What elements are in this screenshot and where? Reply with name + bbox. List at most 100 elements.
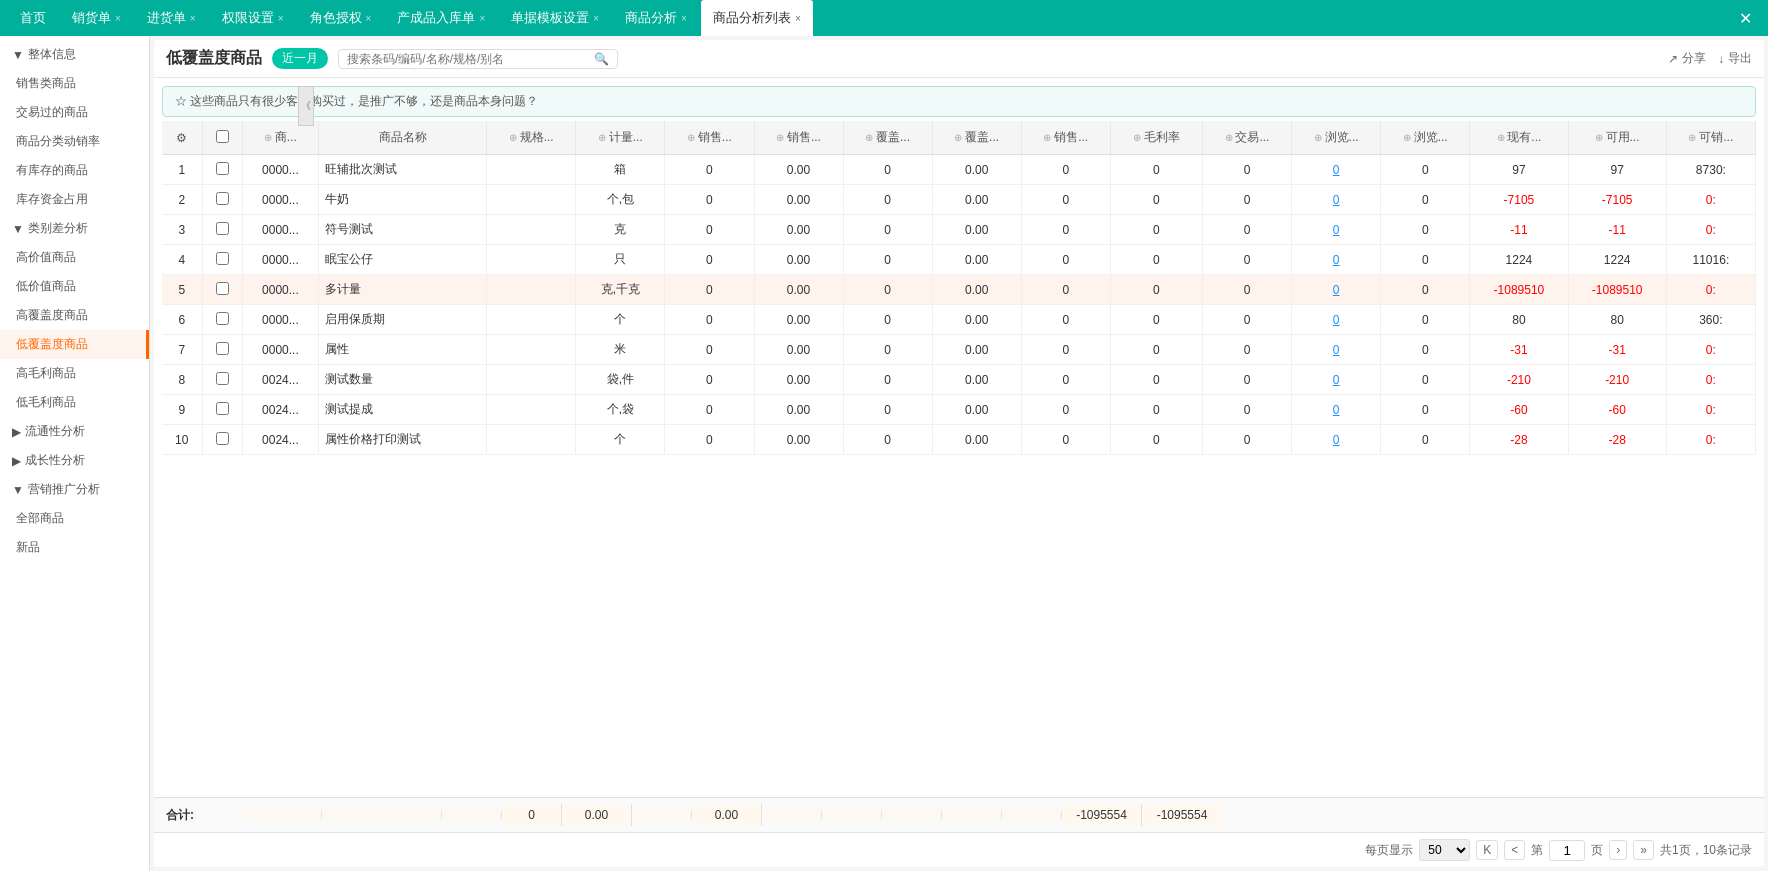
table-cell — [487, 365, 576, 395]
table-row: 80024...测试数量袋,件00.0000.0000000-210-2100: — [162, 365, 1756, 395]
sidebar-item-traded-goods[interactable]: 交易过的商品 — [0, 98, 149, 127]
stock1-column-header[interactable]: 现有... — [1470, 121, 1568, 155]
sidebar-section-flow[interactable]: ▶ 流通性分析 — [0, 417, 149, 446]
nav-tab-analysis[interactable]: 商品分析 × — [613, 0, 699, 36]
page-first-button[interactable]: K — [1476, 840, 1498, 860]
browse2-column-header[interactable]: 浏览... — [1381, 121, 1470, 155]
page-next-button[interactable]: › — [1609, 840, 1627, 860]
close-all-button[interactable]: ✕ — [1731, 9, 1760, 28]
sidebar-section-growth[interactable]: ▶ 成长性分析 — [0, 446, 149, 475]
sidebar-item-in-stock[interactable]: 有库存的商品 — [0, 156, 149, 185]
search-icon[interactable]: 🔍 — [594, 52, 609, 66]
code-column-header[interactable]: 商... — [242, 121, 319, 155]
table-cell: 360: — [1666, 305, 1755, 335]
sales3-column-header[interactable]: 销售... — [1021, 121, 1110, 155]
nav-tab-product-storage[interactable]: 产成品入库单 × — [385, 0, 497, 36]
table-cell: 10 — [162, 425, 202, 455]
export-button[interactable]: ↓ 导出 — [1718, 50, 1752, 67]
nav-tab-role[interactable]: 角色授权 × — [298, 0, 384, 36]
sidebar-collapse-button[interactable]: 《 — [298, 86, 314, 126]
sidebar-item-low-coverage[interactable]: 低覆盖度商品 — [0, 330, 149, 359]
table-cell: -11 — [1568, 215, 1666, 245]
table-cell: 0 — [1110, 275, 1202, 305]
table-cell: -210 — [1470, 365, 1568, 395]
sidebar-item-stock-capital[interactable]: 库存资金占用 — [0, 185, 149, 214]
table-cell — [487, 185, 576, 215]
table-cell: 克,千克 — [576, 275, 665, 305]
sidebar-item-high-margin[interactable]: 高毛利商品 — [0, 359, 149, 388]
nav-tab-analysis-list[interactable]: 商品分析列表 × — [701, 0, 813, 36]
close-icon[interactable]: × — [190, 13, 196, 24]
sidebar-section-category[interactable]: ▼ 类别差分析 — [0, 214, 149, 243]
sidebar-item-high-value[interactable]: 高价值商品 — [0, 243, 149, 272]
nav-tab-sales[interactable]: 销货单 × — [60, 0, 133, 36]
gross-rate-column-header[interactable]: 毛利率 — [1110, 121, 1202, 155]
close-icon[interactable]: × — [479, 13, 485, 24]
table-wrapper[interactable]: ⚙ 商... 商品名称 规格... 计量... 销售... 销售... 覆盖..… — [154, 121, 1764, 797]
table-cell: 0 — [1021, 335, 1110, 365]
stock2-column-header[interactable]: 可用... — [1568, 121, 1666, 155]
table-cell: 0 — [1292, 185, 1381, 215]
sidebar-section-marketing[interactable]: ▼ 营销推广分析 — [0, 475, 149, 504]
table-cell — [202, 335, 242, 365]
content-area: 低覆盖度商品 近一月 🔍 ↗ 分享 ↓ 导出 ☆ 这些商品只有很少客户购买过，是… — [154, 40, 1764, 867]
browse1-column-header[interactable]: 浏览... — [1292, 121, 1381, 155]
sidebar-item-category-rate[interactable]: 商品分类动销率 — [0, 127, 149, 156]
sidebar-section-overview[interactable]: ▼ 整体信息 — [0, 40, 149, 69]
nav-tab-purchase[interactable]: 进货单 × — [135, 0, 208, 36]
table-cell: 0000... — [242, 335, 319, 365]
name-column-header[interactable]: 商品名称 — [319, 121, 487, 155]
page-number-input[interactable] — [1549, 840, 1585, 861]
sidebar-item-high-coverage[interactable]: 高覆盖度商品 — [0, 301, 149, 330]
sidebar: ▼ 整体信息 销售类商品 交易过的商品 商品分类动销率 有库存的商品 库存资金占… — [0, 36, 150, 871]
footer-sales1: 0 — [502, 804, 562, 826]
checkbox-column-header[interactable] — [202, 121, 242, 155]
sales2-column-header[interactable]: 销售... — [754, 121, 843, 155]
table-cell: 0 — [1292, 365, 1381, 395]
sidebar-item-all-goods[interactable]: 全部商品 — [0, 504, 149, 533]
share-button[interactable]: ↗ 分享 — [1668, 50, 1706, 67]
table-cell: 0: — [1666, 335, 1755, 365]
table-cell: 0000... — [242, 155, 319, 185]
unit-column-header[interactable]: 计量... — [576, 121, 665, 155]
sidebar-item-low-value[interactable]: 低价值商品 — [0, 272, 149, 301]
cover1-column-header[interactable]: 覆盖... — [843, 121, 932, 155]
sales1-column-header[interactable]: 销售... — [665, 121, 754, 155]
spec-column-header[interactable]: 规格... — [487, 121, 576, 155]
filter-button[interactable]: 近一月 — [272, 48, 328, 69]
table-cell: -210 — [1568, 365, 1666, 395]
search-input[interactable] — [347, 52, 590, 66]
page-last-button[interactable]: » — [1633, 840, 1654, 860]
nav-tab-template[interactable]: 单据模板设置 × — [499, 0, 611, 36]
sidebar-item-low-margin[interactable]: 低毛利商品 — [0, 388, 149, 417]
close-icon[interactable]: × — [795, 13, 801, 24]
close-icon[interactable]: × — [681, 13, 687, 24]
page-size-select[interactable]: 50 10 20 100 — [1419, 839, 1470, 861]
table-cell: 0 — [1110, 245, 1202, 275]
cover2-column-header[interactable]: 覆盖... — [932, 121, 1021, 155]
gear-column-header[interactable]: ⚙ — [162, 121, 202, 155]
select-all-checkbox[interactable] — [216, 130, 229, 143]
table-cell: 0 — [1110, 185, 1202, 215]
gear-icon[interactable]: ⚙ — [176, 131, 187, 145]
stock3-column-header[interactable]: 可销... — [1666, 121, 1755, 155]
page-prev-button[interactable]: < — [1504, 840, 1525, 860]
sidebar-item-new-goods[interactable]: 新品 — [0, 533, 149, 562]
close-icon[interactable]: × — [593, 13, 599, 24]
nav-tab-permission[interactable]: 权限设置 × — [210, 0, 296, 36]
close-icon[interactable]: × — [278, 13, 284, 24]
table-cell: 0 — [1381, 215, 1470, 245]
sidebar-item-sales-goods[interactable]: 销售类商品 — [0, 69, 149, 98]
table-cell: 0 — [1021, 155, 1110, 185]
table-cell: 牛奶 — [319, 185, 487, 215]
trade-column-header[interactable]: 交易... — [1203, 121, 1292, 155]
table-cell: 0 — [665, 245, 754, 275]
table-cell: 0.00 — [932, 275, 1021, 305]
table-cell: 0 — [1381, 305, 1470, 335]
close-icon[interactable]: × — [115, 13, 121, 24]
table-cell: 0000... — [242, 215, 319, 245]
table-cell: 0: — [1666, 395, 1755, 425]
table-cell — [487, 275, 576, 305]
close-icon[interactable]: × — [366, 13, 372, 24]
nav-tab-home[interactable]: 首页 — [8, 0, 58, 36]
